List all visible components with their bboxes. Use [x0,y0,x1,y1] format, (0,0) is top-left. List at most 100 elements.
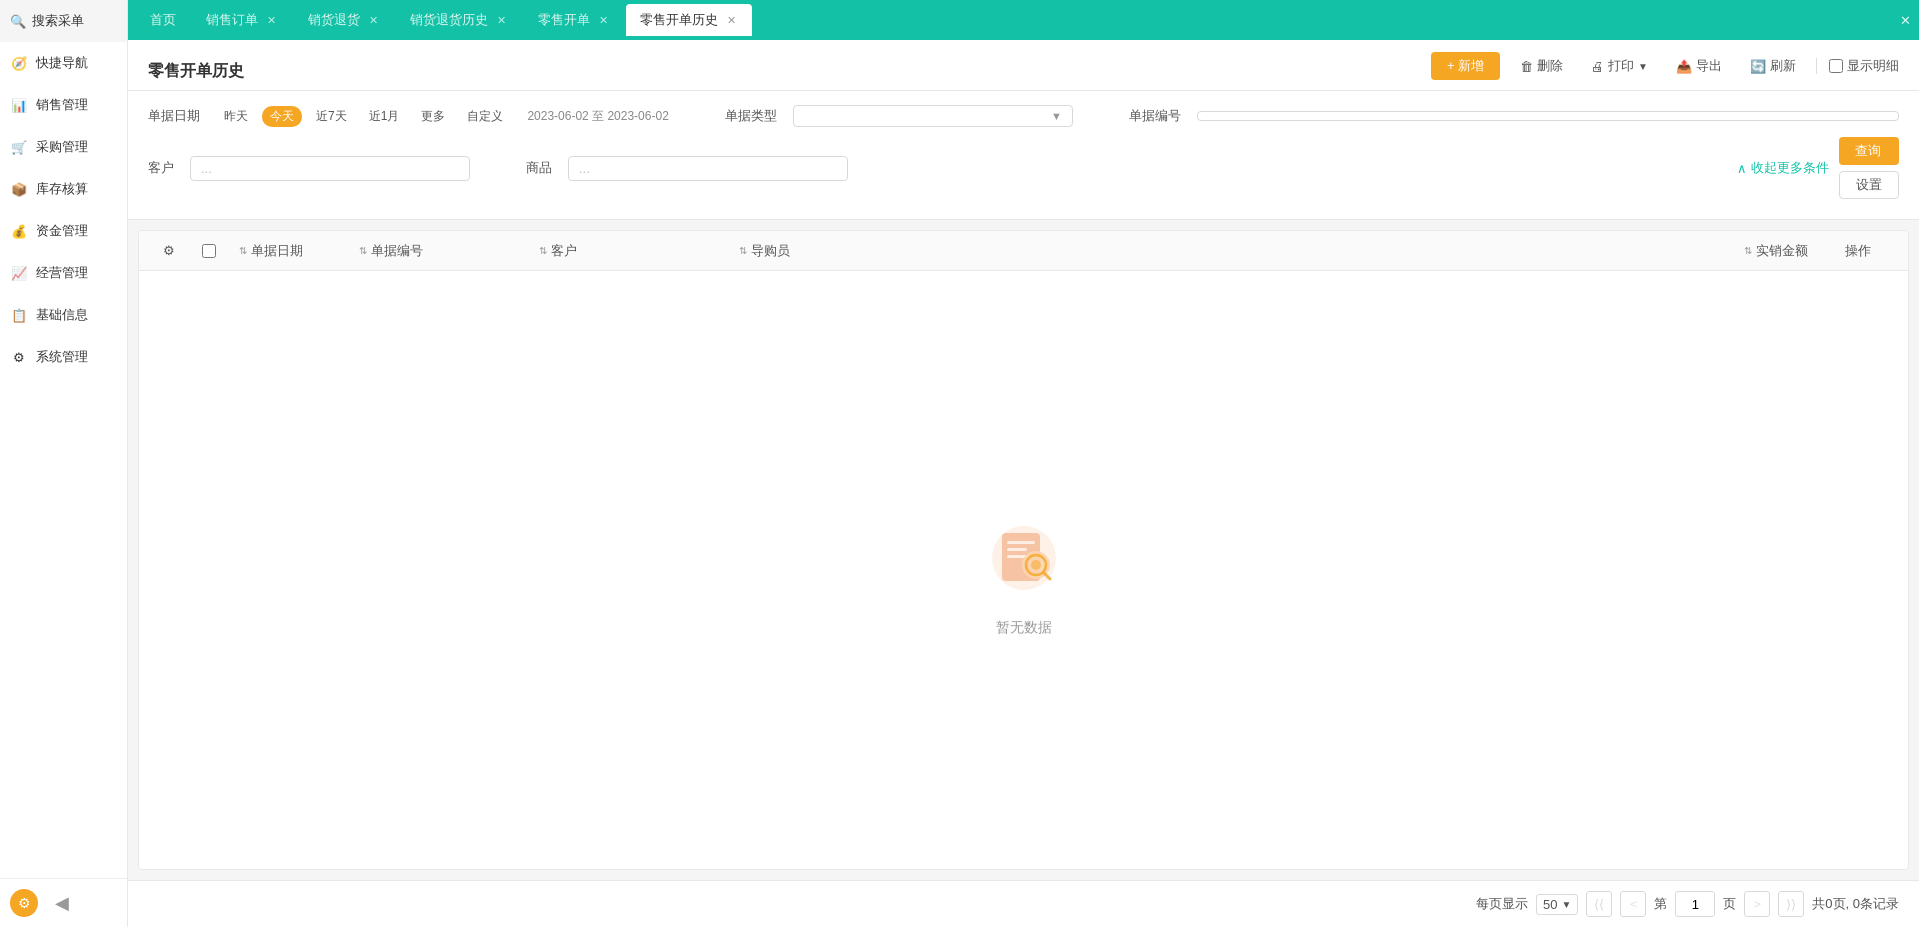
export-icon: 📤 [1676,59,1692,74]
select-all-checkbox[interactable] [202,244,216,258]
sidebar-item-quick-nav[interactable]: 🧭 快捷导航 [0,42,127,84]
svg-point-8 [1031,560,1041,570]
tab-sales-order[interactable]: 销售订单 ✕ [192,4,292,36]
per-page-select[interactable]: 50 ▼ [1536,894,1578,915]
sidebar-item-finance[interactable]: 💰资金管理 [0,210,127,252]
nav-label-quick-nav: 快捷导航 [36,54,88,72]
tab-label-retail-open: 零售开单 [538,11,590,29]
tab-label-retail-history: 零售开单历史 [640,11,718,29]
chevron-up-icon: ∧ [1737,161,1747,176]
sidebar-item-operations[interactable]: 📈 经营管理 [0,252,127,294]
show-detail-input[interactable] [1829,59,1843,73]
tab-retail-open[interactable]: 零售开单 ✕ [524,4,624,36]
tab-retail-history[interactable]: 零售开单历史 ✕ [626,4,752,36]
nav-icon-operations: 📈 [10,264,28,282]
tab-close-sales-return-history[interactable]: ✕ [494,13,508,27]
per-page-label: 每页显示 [1476,895,1528,913]
page-last-btn[interactable]: ⟩⟩ [1778,891,1804,917]
page-next-btn[interactable]: ＞ [1744,891,1770,917]
sidebar-search-label: 搜索采单 [32,12,84,30]
page-first-btn[interactable]: ⟨⟨ [1586,891,1612,917]
nav-label-operations: 经营管理 [36,264,88,282]
date-today[interactable]: 今天 [262,106,302,127]
export-button[interactable]: 📤 导出 [1668,53,1730,79]
toolbar: + 新增 🗑 删除 🖨 打印 ▼ 📤 导出 🔄 刷新 [1431,52,1899,90]
refresh-button[interactable]: 🔄 刷新 [1742,53,1804,79]
date-last1m[interactable]: 近1月 [361,106,408,127]
page-prev-btn[interactable]: ＜ [1620,891,1646,917]
tab-list: 首页销售订单✕销货退货✕销货退货历史✕零售开单✕零售开单历史✕ [136,4,752,36]
main-area: 首页销售订单✕销货退货✕销货退货历史✕零售开单✕零售开单历史✕ ✕ 零售开单历史… [128,0,1919,927]
svg-rect-2 [1007,541,1035,544]
sidebar-settings-btn[interactable]: ⚙ [10,889,38,917]
tab-close-sales-order[interactable]: ✕ [264,13,278,27]
tab-sales-return-history[interactable]: 销货退货历史✕ [396,4,522,36]
nav-label-finance: 资金管理 [36,222,88,240]
sidebar-item-sales-mgmt[interactable]: 📊销售管理 [0,84,127,126]
nav-icon-quick-nav: 🧭 [10,54,28,72]
query-button[interactable]: 查询 [1839,137,1899,165]
page-label: 页 [1723,895,1736,913]
sort-icon-guide[interactable]: ⇅ [739,245,747,256]
sidebar-item-purchase-mgmt[interactable]: 🛒采购管理 [0,126,127,168]
window-close-btn[interactable]: ✕ [1900,13,1911,28]
tab-close-retail-history[interactable]: ✕ [724,13,738,27]
nav-icon-inventory: 📦 [10,180,28,198]
collapse-btn[interactable]: ∧ 收起更多条件 [1737,155,1829,181]
date-more[interactable]: 更多 [413,106,453,127]
sidebar-nav: 🧭 快捷导航 📊销售管理🛒采购管理 📦 库存核算 💰资金管理 📈 经营管理 📋 基础信息 ⚙系统管理 [0,42,127,378]
nav-icon-base-info: 📋 [10,306,28,324]
sort-icon-amount[interactable]: ⇅ [1744,245,1752,256]
customer-label: 客户 [148,159,174,177]
page-header: 零售开单历史 + 新增 🗑 删除 🖨 打印 ▼ 📤 导出 🔄 [128,40,1919,91]
sidebar-collapse-btn[interactable]: ◀ [48,889,76,917]
print-button[interactable]: 🖨 打印 ▼ [1583,53,1656,79]
th-settings[interactable]: ⚙ [149,243,189,258]
sidebar-item-sys-mgmt[interactable]: ⚙系统管理 [0,336,127,378]
delete-button[interactable]: 🗑 删除 [1512,53,1571,79]
tab-label-sales-order: 销售订单 [206,11,258,29]
date-yesterday[interactable]: 昨天 [216,106,256,127]
customer-input[interactable]: ... [190,156,470,181]
tab-sales-return[interactable]: 销货退货 ✕ [294,4,394,36]
doc-type-select[interactable]: ▼ [793,105,1073,127]
toolbar-divider [1816,58,1817,74]
filter-row-1: 单据日期 昨天 今天 近7天 近1月 更多 自定义 2023-06-02 至 2… [148,105,1899,127]
print-icon: 🖨 [1591,59,1604,74]
page-title: 零售开单历史 [148,61,244,82]
sort-icon-num[interactable]: ⇅ [359,245,367,256]
content-area: 零售开单历史 + 新增 🗑 删除 🖨 打印 ▼ 📤 导出 🔄 [128,40,1919,927]
sort-icon-date[interactable]: ⇅ [239,245,247,256]
date-custom[interactable]: 自定义 [459,106,511,127]
tab-label-sales-return: 销货退货 [308,11,360,29]
nav-label-base-info: 基础信息 [36,306,88,324]
sidebar-item-inventory[interactable]: 📦 库存核算 [0,168,127,210]
filter-row-2: 客户 ... 商品 ... ∧ 收起更多条件 查询 设置 [148,137,1899,199]
th-action: 操作 [1818,242,1898,260]
settings-button[interactable]: 设置 [1839,171,1899,199]
nav-icon-purchase-mgmt: 🛒 [10,138,28,156]
total-info: 共0页, 0条记录 [1812,895,1899,913]
show-detail-checkbox[interactable]: 显示明细 [1829,57,1899,75]
nav-label-inventory: 库存核算 [36,180,88,198]
search-icon: 🔍 [10,14,26,29]
sidebar-bottom: ⚙ ◀ [0,878,127,927]
doc-num-input[interactable] [1197,111,1899,121]
nav-label-sales-mgmt: 销售管理 [36,96,88,114]
th-date: ⇅ 单据日期 [229,242,349,260]
sidebar-search[interactable]: 🔍 搜索采单 [0,0,127,42]
sort-icon-customer[interactable]: ⇅ [539,245,547,256]
add-button[interactable]: + 新增 [1431,52,1500,80]
date-last7[interactable]: 近7天 [308,106,355,127]
tab-close-sales-return[interactable]: ✕ [366,13,380,27]
empty-text: 暂无数据 [996,619,1052,637]
page-number-input[interactable] [1675,891,1715,917]
settings-icon: ⚙ [163,243,175,258]
tab-close-retail-open[interactable]: ✕ [596,13,610,27]
sidebar-item-base-info[interactable]: 📋 基础信息 [0,294,127,336]
tab-home[interactable]: 首页 [136,4,190,36]
empty-illustration [974,503,1074,603]
refresh-icon: 🔄 [1750,59,1766,74]
product-input[interactable]: ... [568,156,848,181]
th-checkbox[interactable] [189,244,229,258]
